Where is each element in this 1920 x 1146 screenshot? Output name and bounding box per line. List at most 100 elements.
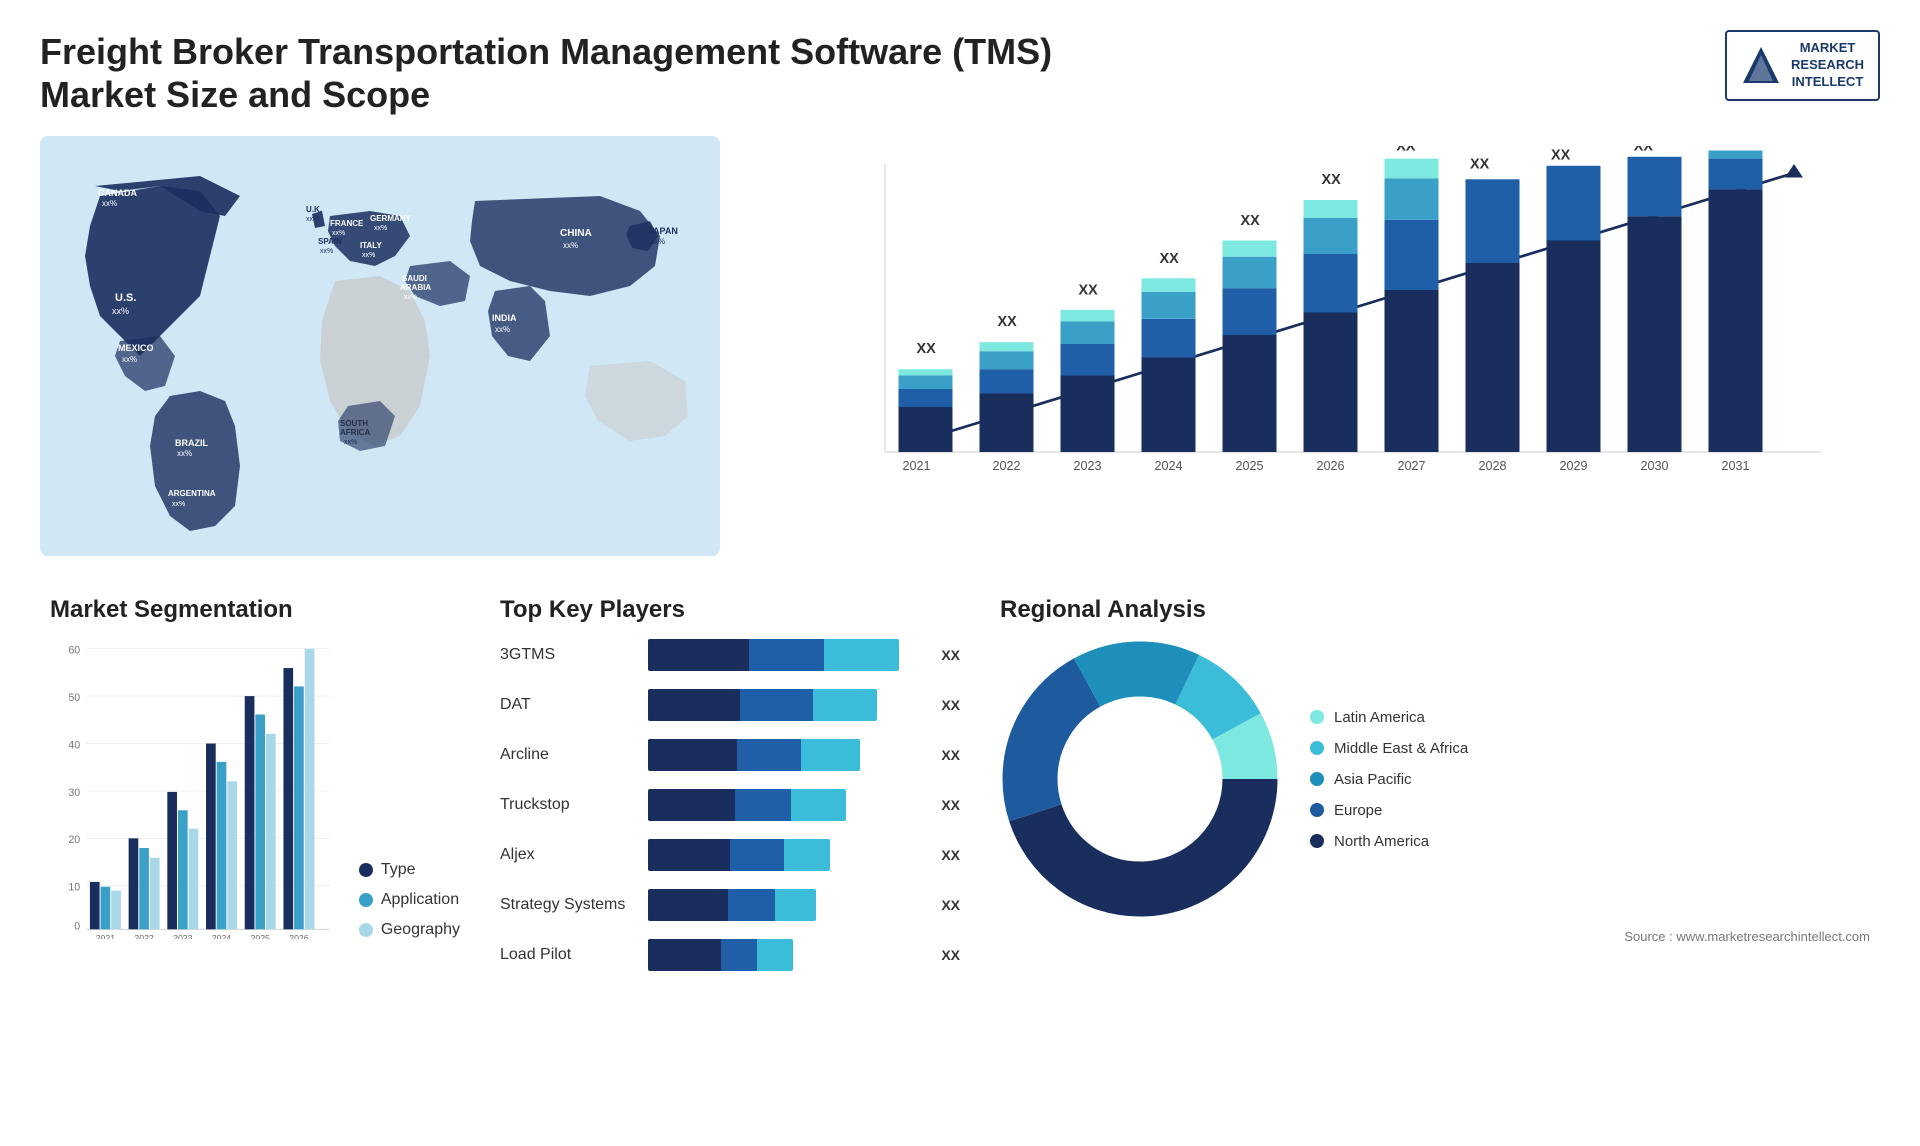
header: Freight Broker Transportation Management… (40, 30, 1880, 116)
svg-text:MEXICO: MEXICO (118, 343, 154, 353)
svg-text:2031: 2031 (1721, 459, 1749, 473)
seg-legend: Type Application Geography (359, 841, 460, 939)
players-area: Top Key Players 3GTMS XX DAT (490, 586, 970, 1036)
svg-text:XX: XX (1551, 148, 1571, 164)
legend-label-application: Application (381, 891, 459, 909)
player-bar-4 (648, 839, 927, 871)
svg-text:CANADA: CANADA (98, 188, 137, 198)
player-xx-6: XX (941, 947, 960, 963)
logo: MARKET RESEARCH INTELLECT (1725, 30, 1880, 101)
reg-label-latin: Latin America (1334, 709, 1425, 726)
svg-text:XX: XX (1715, 146, 1735, 150)
source-text: Source : www.marketresearchintellect.com (1000, 929, 1870, 944)
svg-text:ARGENTINA: ARGENTINA (168, 489, 216, 498)
svg-text:XX: XX (1322, 172, 1342, 188)
svg-text:XX: XX (1160, 251, 1180, 267)
player-bar-1 (648, 689, 927, 721)
svg-text:2025: 2025 (1235, 459, 1263, 473)
svg-text:ITALY: ITALY (360, 241, 382, 250)
svg-text:GERMANY: GERMANY (370, 214, 412, 223)
player-name-2: Arcline (500, 746, 640, 764)
svg-text:SAUDI: SAUDI (402, 274, 427, 283)
logo-icon (1741, 45, 1781, 85)
svg-text:xx%: xx% (374, 225, 387, 232)
players-list: 3GTMS XX DAT (500, 639, 960, 971)
seg-bars: 60 50 40 30 20 10 0 (50, 639, 339, 939)
svg-text:2025: 2025 (251, 933, 270, 939)
svg-text:XX: XX (1396, 146, 1416, 155)
svg-text:xx%: xx% (362, 252, 375, 259)
svg-text:2030: 2030 (1640, 459, 1668, 473)
player-row: Arcline XX (500, 739, 960, 771)
svg-text:XX: XX (917, 341, 937, 357)
svg-text:xx%: xx% (122, 355, 137, 364)
svg-text:2021: 2021 (96, 933, 115, 939)
player-xx-3: XX (941, 797, 960, 813)
seg-bars-svg: 60 50 40 30 20 10 0 (50, 639, 339, 939)
player-xx-5: XX (941, 897, 960, 913)
svg-text:xx%: xx% (495, 325, 510, 334)
svg-text:XX: XX (1241, 214, 1261, 230)
player-name-0: 3GTMS (500, 646, 640, 664)
segmentation-title: Market Segmentation (50, 596, 460, 624)
svg-text:XX: XX (1470, 157, 1490, 173)
player-row: DAT XX (500, 689, 960, 721)
reg-legend-europe: Europe (1310, 802, 1468, 819)
player-name-6: Load Pilot (500, 946, 640, 964)
svg-text:SPAIN: SPAIN (318, 237, 342, 246)
svg-text:20: 20 (68, 835, 80, 847)
player-bar-6 (648, 939, 927, 971)
page-title: Freight Broker Transportation Management… (40, 30, 1052, 116)
world-map: U.S. xx% CANADA xx% MEXICO xx% BRAZIL xx… (40, 136, 720, 556)
svg-text:2024: 2024 (212, 933, 231, 939)
reg-label-na: North America (1334, 833, 1429, 850)
legend-label-geography: Geography (381, 921, 460, 939)
reg-label-mea: Middle East & Africa (1334, 740, 1468, 757)
svg-text:xx%: xx% (306, 216, 319, 223)
svg-text:XX: XX (1079, 283, 1099, 299)
legend-dot-application (359, 893, 373, 907)
logo-text: MARKET RESEARCH INTELLECT (1791, 40, 1864, 91)
player-xx-2: XX (941, 747, 960, 763)
svg-text:0: 0 (74, 921, 80, 933)
bar-chart-area: XX 2021 XX 2022 XX 2023 (750, 136, 1880, 556)
reg-label-apac: Asia Pacific (1334, 771, 1412, 788)
reg-dot-latin (1310, 710, 1324, 724)
svg-text:INDIA: INDIA (492, 313, 517, 323)
legend-type: Type (359, 861, 460, 879)
player-name-4: Aljex (500, 846, 640, 864)
svg-text:2026: 2026 (289, 933, 308, 939)
legend-label-type: Type (381, 861, 416, 879)
player-bar-3 (648, 789, 927, 821)
svg-text:FRANCE: FRANCE (330, 219, 364, 228)
svg-text:2023: 2023 (173, 933, 192, 939)
player-name-1: DAT (500, 696, 640, 714)
player-row: Truckstop XX (500, 789, 960, 821)
legend-dot-type (359, 863, 373, 877)
svg-text:xx%: xx% (332, 230, 345, 237)
bottom-section: Market Segmentation 60 50 40 30 20 10 0 (40, 586, 1880, 1036)
legend-dot-geography (359, 923, 373, 937)
svg-text:U.K.: U.K. (306, 205, 322, 214)
svg-text:xx%: xx% (112, 306, 129, 316)
legend-application: Application (359, 891, 460, 909)
svg-text:2027: 2027 (1397, 459, 1425, 473)
svg-text:CHINA: CHINA (560, 228, 592, 239)
svg-text:U.S.: U.S. (115, 292, 136, 304)
player-name-3: Truckstop (500, 796, 640, 814)
player-xx-1: XX (941, 697, 960, 713)
svg-text:2023: 2023 (1073, 459, 1101, 473)
player-bar-2 (648, 739, 927, 771)
svg-text:JAPAN: JAPAN (648, 226, 678, 236)
svg-text:XX: XX (1634, 146, 1654, 155)
svg-text:40: 40 (68, 740, 80, 752)
player-row: Load Pilot XX (500, 939, 960, 971)
player-row: 3GTMS XX (500, 639, 960, 671)
reg-legend-latin: Latin America (1310, 709, 1468, 726)
svg-text:10: 10 (68, 882, 80, 894)
svg-text:2022: 2022 (992, 459, 1020, 473)
svg-text:2024: 2024 (1154, 459, 1182, 473)
player-row: Strategy Systems XX (500, 889, 960, 921)
players-title: Top Key Players (500, 596, 960, 624)
svg-text:xx%: xx% (177, 449, 192, 458)
